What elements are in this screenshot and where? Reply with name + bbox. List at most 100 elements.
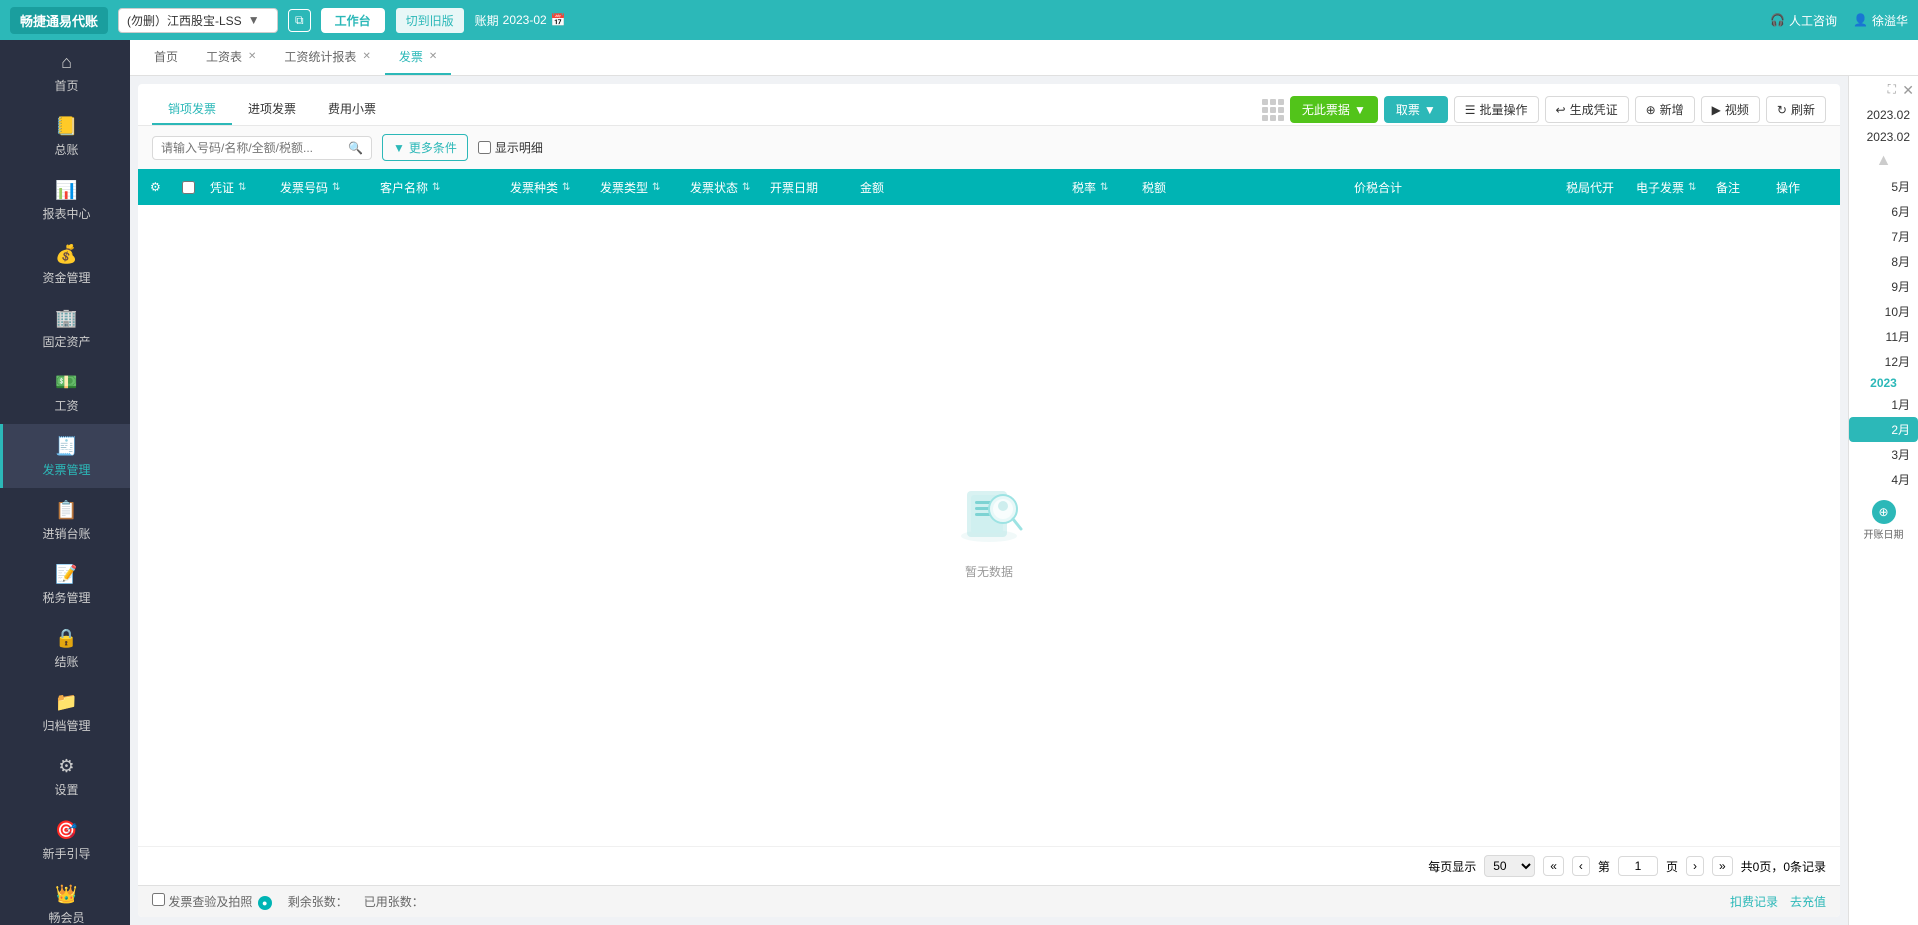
th-invoice-category-sort-icon[interactable]: ⇅ xyxy=(652,182,660,193)
empty-state: 暂无数据 xyxy=(138,205,1840,846)
show-detail-checkbox[interactable] xyxy=(478,141,491,154)
open-period-icon[interactable]: ⊕ xyxy=(1872,500,1896,524)
date-panel-close-icon[interactable]: ✕ xyxy=(1902,82,1914,99)
th-settings[interactable]: ⚙ xyxy=(146,180,178,194)
more-conditions-button[interactable]: ▼ 更多条件 xyxy=(382,134,468,161)
refresh-button[interactable]: ↻ 刷新 xyxy=(1766,96,1826,123)
sidebar-item-home[interactable]: ⌂ 首页 xyxy=(0,40,130,104)
take-ticket-button[interactable]: 取票 ▼ xyxy=(1384,96,1448,123)
tab-salary-table-label: 工资表 xyxy=(206,48,242,65)
date-item-12[interactable]: 12月 xyxy=(1849,349,1918,374)
page-number-input[interactable] xyxy=(1618,856,1658,876)
workbench-button[interactable]: 工作台 xyxy=(321,8,385,33)
sidebar-item-settings[interactable]: ⚙ 设置 xyxy=(0,744,130,808)
sidebar-item-ledger[interactable]: 📒 总账 xyxy=(0,104,130,168)
new-button[interactable]: ⊕ 新增 xyxy=(1635,96,1695,123)
last-page-button[interactable]: » xyxy=(1712,856,1733,876)
first-page-button[interactable]: « xyxy=(1543,856,1564,876)
th-invoice-type: 发票种类 ⇅ xyxy=(506,179,596,196)
sidebar-item-archive[interactable]: 📁 归档管理 xyxy=(0,680,130,744)
invoices-icon: 🧾 xyxy=(55,436,77,457)
tab-salary-table-close[interactable]: ✕ xyxy=(248,51,256,62)
sub-tab-purchase[interactable]: 进项发票 xyxy=(232,94,312,125)
company-selector[interactable]: (勿删）江西股宝-LSS ▼ xyxy=(118,8,278,33)
date-item-2023-3[interactable]: 3月 xyxy=(1849,442,1918,467)
more-link[interactable]: 去充值 xyxy=(1790,893,1826,910)
search-icon[interactable]: 🔍 xyxy=(348,141,363,155)
no-ticket-label: 无此票据 xyxy=(1302,101,1350,118)
th-invoice-status: 发票状态 ⇅ xyxy=(686,179,766,196)
th-tax-rate-sort-icon[interactable]: ⇅ xyxy=(1100,182,1108,193)
copy-company-button[interactable]: ⧉ xyxy=(288,9,311,32)
tab-salary-stats-label: 工资统计报表 xyxy=(284,48,356,65)
th-tax-total: 价税合计 xyxy=(1350,179,1562,196)
date-item-2023-4[interactable]: 4月 xyxy=(1849,467,1918,492)
prev-page-button[interactable]: ‹ xyxy=(1572,856,1590,876)
th-invoice-type-sort-icon[interactable]: ⇅ xyxy=(562,182,570,193)
sidebar-label-guide: 新手引导 xyxy=(42,845,90,862)
sidebar-item-invoices[interactable]: 🧾 发票管理 xyxy=(0,424,130,488)
th-invoice-no-sort-icon[interactable]: ⇅ xyxy=(332,182,340,193)
gen-voucher-label: 生成凭证 xyxy=(1570,101,1618,118)
sidebar-label-archive: 归档管理 xyxy=(42,717,90,734)
content-area: 首页 工资表 ✕ 工资统计报表 ✕ 发票 ✕ 销项发票 xyxy=(130,40,1918,925)
search-input[interactable] xyxy=(161,141,342,155)
tab-salary-stats[interactable]: 工资统计报表 ✕ xyxy=(270,40,384,75)
sidebar-item-assets[interactable]: 🏢 固定资产 xyxy=(0,296,130,360)
date-panel: ⛶ ✕ 2023.02 2023.02 ▲ 5月 6月 xyxy=(1848,76,1918,925)
sidebar-item-sales[interactable]: 📋 进销台账 xyxy=(0,488,130,552)
th-invoice-status-sort-icon[interactable]: ⇅ xyxy=(742,182,750,193)
tab-salary-table[interactable]: 工资表 ✕ xyxy=(192,40,270,75)
date-item-5[interactable]: 5月 xyxy=(1849,174,1918,199)
sidebar-item-close[interactable]: 🔒 结账 xyxy=(0,616,130,680)
date-panel-maximize-icon[interactable]: ⛶ xyxy=(1888,82,1896,97)
date-item-2023-02-a[interactable]: 2023.02 xyxy=(1849,104,1918,126)
th-e-invoice-sort-icon[interactable]: ⇅ xyxy=(1688,182,1696,193)
date-item-2023-2[interactable]: 2月 xyxy=(1849,417,1918,442)
th-voucher-sort-icon[interactable]: ⇅ xyxy=(238,182,246,193)
sales-icon: 📋 xyxy=(55,500,77,521)
select-all-checkbox[interactable] xyxy=(182,181,195,194)
switch-old-button[interactable]: 切到旧版 xyxy=(395,7,465,34)
tab-invoice[interactable]: 发票 ✕ xyxy=(385,40,451,75)
sidebar-label-tax: 税务管理 xyxy=(42,589,90,606)
add-record-link[interactable]: 扣费记录 xyxy=(1730,893,1778,910)
next-page-button[interactable]: › xyxy=(1686,856,1704,876)
gen-voucher-button[interactable]: ↩ 生成凭证 xyxy=(1545,96,1629,123)
sidebar-item-reports[interactable]: 📊 报表中心 xyxy=(0,168,130,232)
user-avatar-button[interactable]: 👤 徐溢华 xyxy=(1853,12,1908,29)
sidebar-item-guide[interactable]: 🎯 新手引导 xyxy=(0,808,130,872)
open-period-section: ⊕ 开账日期 xyxy=(1849,500,1918,541)
date-item-7[interactable]: 7月 xyxy=(1849,224,1918,249)
th-customer-sort-icon[interactable]: ⇅ xyxy=(432,182,440,193)
sidebar-item-tax[interactable]: 📝 税务管理 xyxy=(0,552,130,616)
tab-salary-stats-close[interactable]: ✕ xyxy=(362,51,370,62)
tab-invoice-close[interactable]: ✕ xyxy=(429,51,437,62)
sidebar-item-funds[interactable]: 💰 资金管理 xyxy=(0,232,130,296)
video-button[interactable]: ▶ 视频 xyxy=(1701,96,1760,123)
grid-view-icon[interactable] xyxy=(1262,99,1284,121)
batch-ops-button[interactable]: ☰ 批量操作 xyxy=(1454,96,1539,123)
date-item-11[interactable]: 11月 xyxy=(1849,324,1918,349)
sub-tab-sales[interactable]: 销项发票 xyxy=(152,94,232,125)
ai-consult-button[interactable]: 🎧 人工咨询 xyxy=(1770,12,1837,29)
no-ticket-button[interactable]: 无此票据 ▼ xyxy=(1290,96,1378,123)
date-item-2023-1[interactable]: 1月 xyxy=(1849,392,1918,417)
sidebar-item-salary[interactable]: 💵 工资 xyxy=(0,360,130,424)
verify-checkbox[interactable] xyxy=(152,893,165,906)
date-item-9[interactable]: 9月 xyxy=(1849,274,1918,299)
show-detail-checkbox-wrap[interactable]: 显示明细 xyxy=(478,139,543,156)
sidebar-item-member[interactable]: 👑 畅会员 xyxy=(0,872,130,925)
date-item-2023-02-b[interactable]: 2023.02 xyxy=(1849,126,1918,148)
calendar-icon[interactable]: 📅 xyxy=(551,13,566,27)
date-item-10[interactable]: 10月 xyxy=(1849,299,1918,324)
date-item-8[interactable]: 8月 xyxy=(1849,249,1918,274)
tabs-bar: 首页 工资表 ✕ 工资统计报表 ✕ 发票 ✕ xyxy=(130,40,1918,76)
page-size-select[interactable]: 20 50 100 xyxy=(1484,855,1535,877)
date-item-6[interactable]: 6月 xyxy=(1849,199,1918,224)
tab-home[interactable]: 首页 xyxy=(140,40,192,75)
sub-tab-expense[interactable]: 费用小票 xyxy=(312,94,392,125)
tab-invoice-label: 发票 xyxy=(399,48,423,65)
page-label: 第 xyxy=(1598,858,1610,875)
th-checkbox[interactable] xyxy=(178,181,206,194)
